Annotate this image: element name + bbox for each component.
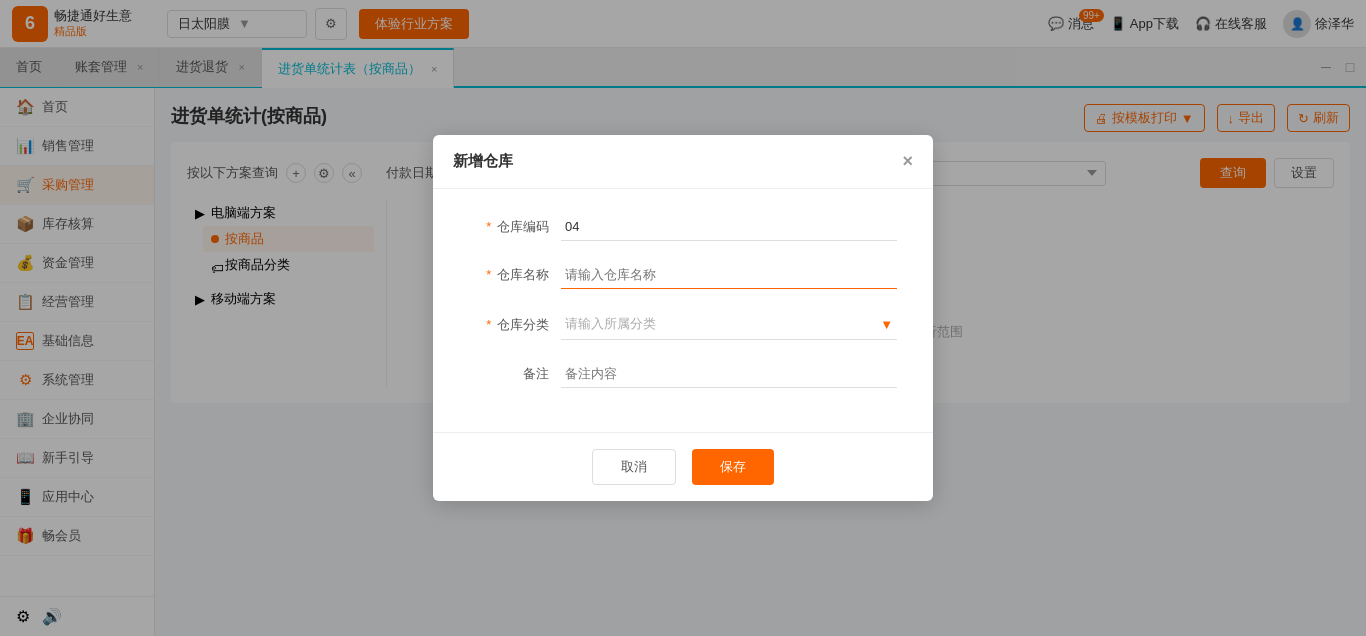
modal-footer: 取消 保存 <box>433 432 933 501</box>
modal-close-button[interactable]: × <box>902 151 913 172</box>
form-row-name: * 仓库名称 <box>469 261 897 289</box>
code-input[interactable] <box>561 213 897 241</box>
category-required: * <box>486 317 491 332</box>
form-row-code: * 仓库编码 <box>469 213 897 241</box>
modal-header: 新增仓库 × <box>433 135 933 189</box>
category-select[interactable]: 请输入所属分类 ▼ <box>561 309 897 340</box>
modal-body: * 仓库编码 * 仓库名称 * 仓库分类 请输入所属 <box>433 189 933 432</box>
name-input[interactable] <box>561 261 897 289</box>
modal-overlay[interactable]: 新增仓库 × * 仓库编码 * 仓库名称 <box>0 0 1366 636</box>
note-input[interactable] <box>561 360 897 388</box>
note-label: 备注 <box>469 365 549 383</box>
category-placeholder: 请输入所属分类 <box>565 315 656 333</box>
save-button[interactable]: 保存 <box>692 449 774 485</box>
name-label: * 仓库名称 <box>469 266 549 284</box>
category-label: * 仓库分类 <box>469 316 549 334</box>
category-arrow: ▼ <box>880 317 893 332</box>
modal-new-warehouse: 新增仓库 × * 仓库编码 * 仓库名称 <box>433 135 933 501</box>
code-label: * 仓库编码 <box>469 218 549 236</box>
cancel-button[interactable]: 取消 <box>592 449 676 485</box>
code-required: * <box>486 219 491 234</box>
name-required: * <box>486 267 491 282</box>
form-row-note: 备注 <box>469 360 897 388</box>
form-row-category: * 仓库分类 请输入所属分类 ▼ <box>469 309 897 340</box>
modal-title: 新增仓库 <box>453 152 513 171</box>
